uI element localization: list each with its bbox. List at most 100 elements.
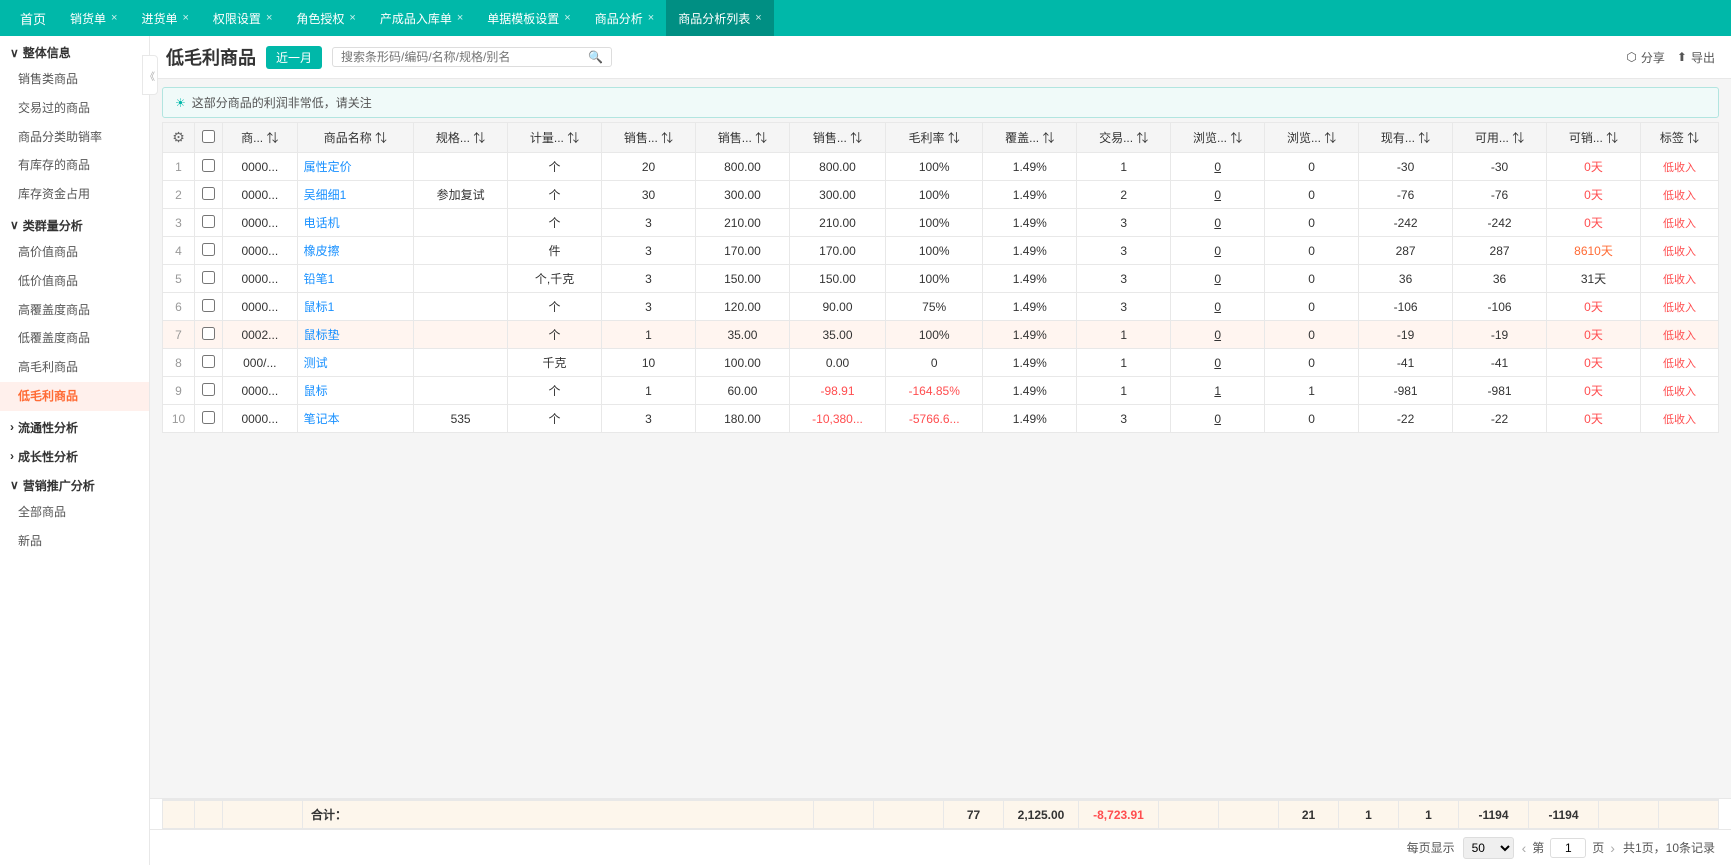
page-number-input[interactable] (1550, 838, 1586, 858)
sidebar-item-inventory-goods[interactable]: 有库存的商品 (0, 151, 149, 180)
row-view1[interactable]: 0 (1171, 321, 1265, 349)
sidebar-group-flow[interactable]: › 流通性分析 (0, 411, 149, 440)
nav-purchase[interactable]: 进货单 × (129, 0, 200, 36)
sidebar-collapse-button[interactable]: 《 (142, 55, 158, 95)
row-view1[interactable]: 0 (1171, 181, 1265, 209)
nav-permissions[interactable]: 权限设置 × (201, 0, 284, 36)
select-all-checkbox[interactable] (202, 130, 215, 143)
row-name[interactable]: 笔记本 (297, 405, 414, 433)
row-checkbox[interactable] (195, 349, 223, 377)
sidebar-group-growth[interactable]: › 成长性分析 (0, 440, 149, 469)
col-gross-margin[interactable]: 毛利率 ⇅ (886, 123, 983, 153)
nav-product-entry[interactable]: 产成品入库单 × (368, 0, 475, 36)
nav-roles[interactable]: 角色授权 × (284, 0, 367, 36)
nav-product-analysis[interactable]: 商品分析 × (583, 0, 666, 36)
row-select-checkbox[interactable] (202, 411, 215, 424)
row-view1[interactable]: 0 (1171, 293, 1265, 321)
row-select-checkbox[interactable] (202, 271, 215, 284)
row-name[interactable]: 电话机 (297, 209, 414, 237)
row-view1[interactable]: 0 (1171, 405, 1265, 433)
nav-product-analysis-list[interactable]: 商品分析列表 × (666, 0, 773, 36)
col-unit[interactable]: 计量... ⇅ (508, 123, 602, 153)
search-icon[interactable]: 🔍 (588, 50, 603, 64)
col-checkbox[interactable] (195, 123, 223, 153)
sidebar-group-marketing[interactable]: ∨ 营销推广分析 (0, 469, 149, 498)
sidebar-item-high-value[interactable]: 高价值商品 (0, 238, 149, 267)
col-available[interactable]: 可用... ⇅ (1453, 123, 1547, 153)
col-sale-qty[interactable]: 销售... ⇅ (602, 123, 696, 153)
share-button[interactable]: ⬡ 分享 (1626, 49, 1665, 66)
sidebar-item-sales-goods[interactable]: 销售类商品 (0, 65, 149, 94)
row-checkbox[interactable] (195, 405, 223, 433)
col-view2[interactable]: 浏览... ⇅ (1265, 123, 1359, 153)
time-filter-button[interactable]: 近一月 (266, 46, 322, 69)
row-checkbox[interactable] (195, 293, 223, 321)
nav-home[interactable]: 首页 (8, 0, 58, 36)
row-name[interactable]: 属性定价 (297, 153, 414, 181)
close-icon[interactable]: × (648, 12, 654, 24)
sidebar-item-low-coverage[interactable]: 低覆盖度商品 (0, 324, 149, 353)
row-checkbox[interactable] (195, 321, 223, 349)
row-view1[interactable]: 0 (1171, 153, 1265, 181)
sidebar-item-low-margin[interactable]: 低毛利商品 (0, 382, 149, 411)
close-icon[interactable]: × (182, 12, 188, 24)
row-checkbox[interactable] (195, 237, 223, 265)
col-code[interactable]: 商... ⇅ (223, 123, 298, 153)
row-name[interactable]: 鼠标垫 (297, 321, 414, 349)
row-checkbox[interactable] (195, 181, 223, 209)
col-current-stock[interactable]: 现有... ⇅ (1359, 123, 1453, 153)
row-name[interactable]: 鼠标1 (297, 293, 414, 321)
row-select-checkbox[interactable] (202, 187, 215, 200)
sidebar-item-low-value[interactable]: 低价值商品 (0, 267, 149, 296)
close-icon[interactable]: × (111, 12, 117, 24)
sidebar-item-category-rate[interactable]: 商品分类助销率 (0, 123, 149, 152)
row-name[interactable]: 铅笔1 (297, 265, 414, 293)
row-name[interactable]: 橡皮擦 (297, 237, 414, 265)
next-page-button[interactable]: › (1610, 840, 1615, 856)
sidebar-item-high-coverage[interactable]: 高覆盖度商品 (0, 296, 149, 325)
row-select-checkbox[interactable] (202, 355, 215, 368)
table-wrapper[interactable]: ⚙ 商... ⇅ 商品名称 ⇅ 规格... ⇅ 计量... ⇅ 销售... ⇅ … (162, 122, 1719, 798)
col-trade-count[interactable]: 交易... ⇅ (1077, 123, 1171, 153)
row-checkbox[interactable] (195, 153, 223, 181)
close-icon[interactable]: × (349, 12, 355, 24)
row-name[interactable]: 鼠标 (297, 377, 414, 405)
col-view1[interactable]: 浏览... ⇅ (1171, 123, 1265, 153)
row-select-checkbox[interactable] (202, 215, 215, 228)
row-view1[interactable]: 0 (1171, 209, 1265, 237)
col-spec[interactable]: 规格... ⇅ (414, 123, 508, 153)
close-icon[interactable]: × (457, 12, 463, 24)
row-view1[interactable]: 0 (1171, 265, 1265, 293)
row-name[interactable]: 吴细细1 (297, 181, 414, 209)
close-icon[interactable]: × (266, 12, 272, 24)
row-name[interactable]: 测试 (297, 349, 414, 377)
sidebar-item-all-goods[interactable]: 全部商品 (0, 498, 149, 527)
close-icon[interactable]: × (564, 12, 570, 24)
row-select-checkbox[interactable] (202, 327, 215, 340)
sidebar-group-overview[interactable]: ∨ 整体信息 (0, 36, 149, 65)
col-sellable[interactable]: 可销... ⇅ (1547, 123, 1641, 153)
row-checkbox[interactable] (195, 209, 223, 237)
row-checkbox[interactable] (195, 377, 223, 405)
sidebar-item-new-goods[interactable]: 新品 (0, 527, 149, 556)
nav-sales[interactable]: 销货单 × (58, 0, 129, 36)
nav-template[interactable]: 单据模板设置 × (475, 0, 582, 36)
row-select-checkbox[interactable] (202, 299, 215, 312)
col-tag[interactable]: 标签 ⇅ (1640, 123, 1718, 153)
col-coverage[interactable]: 覆盖... ⇅ (983, 123, 1077, 153)
row-select-checkbox[interactable] (202, 383, 215, 396)
row-select-checkbox[interactable] (202, 159, 215, 172)
export-button[interactable]: ⬆ 导出 (1677, 49, 1715, 66)
sidebar-item-inventory-capital[interactable]: 库存资金占用 (0, 180, 149, 209)
row-view1[interactable]: 0 (1171, 237, 1265, 265)
row-select-checkbox[interactable] (202, 243, 215, 256)
sidebar-group-cluster[interactable]: ∨ 类群量分析 (0, 209, 149, 238)
page-size-select[interactable]: 10 20 50 100 (1463, 837, 1514, 859)
sidebar-item-traded-goods[interactable]: 交易过的商品 (0, 94, 149, 123)
col-gear[interactable]: ⚙ (163, 123, 195, 153)
search-input[interactable] (341, 50, 588, 64)
row-view1[interactable]: 1 (1171, 377, 1265, 405)
close-icon[interactable]: × (755, 12, 761, 24)
col-sale-amount[interactable]: 销售... ⇅ (789, 123, 885, 153)
row-checkbox[interactable] (195, 265, 223, 293)
